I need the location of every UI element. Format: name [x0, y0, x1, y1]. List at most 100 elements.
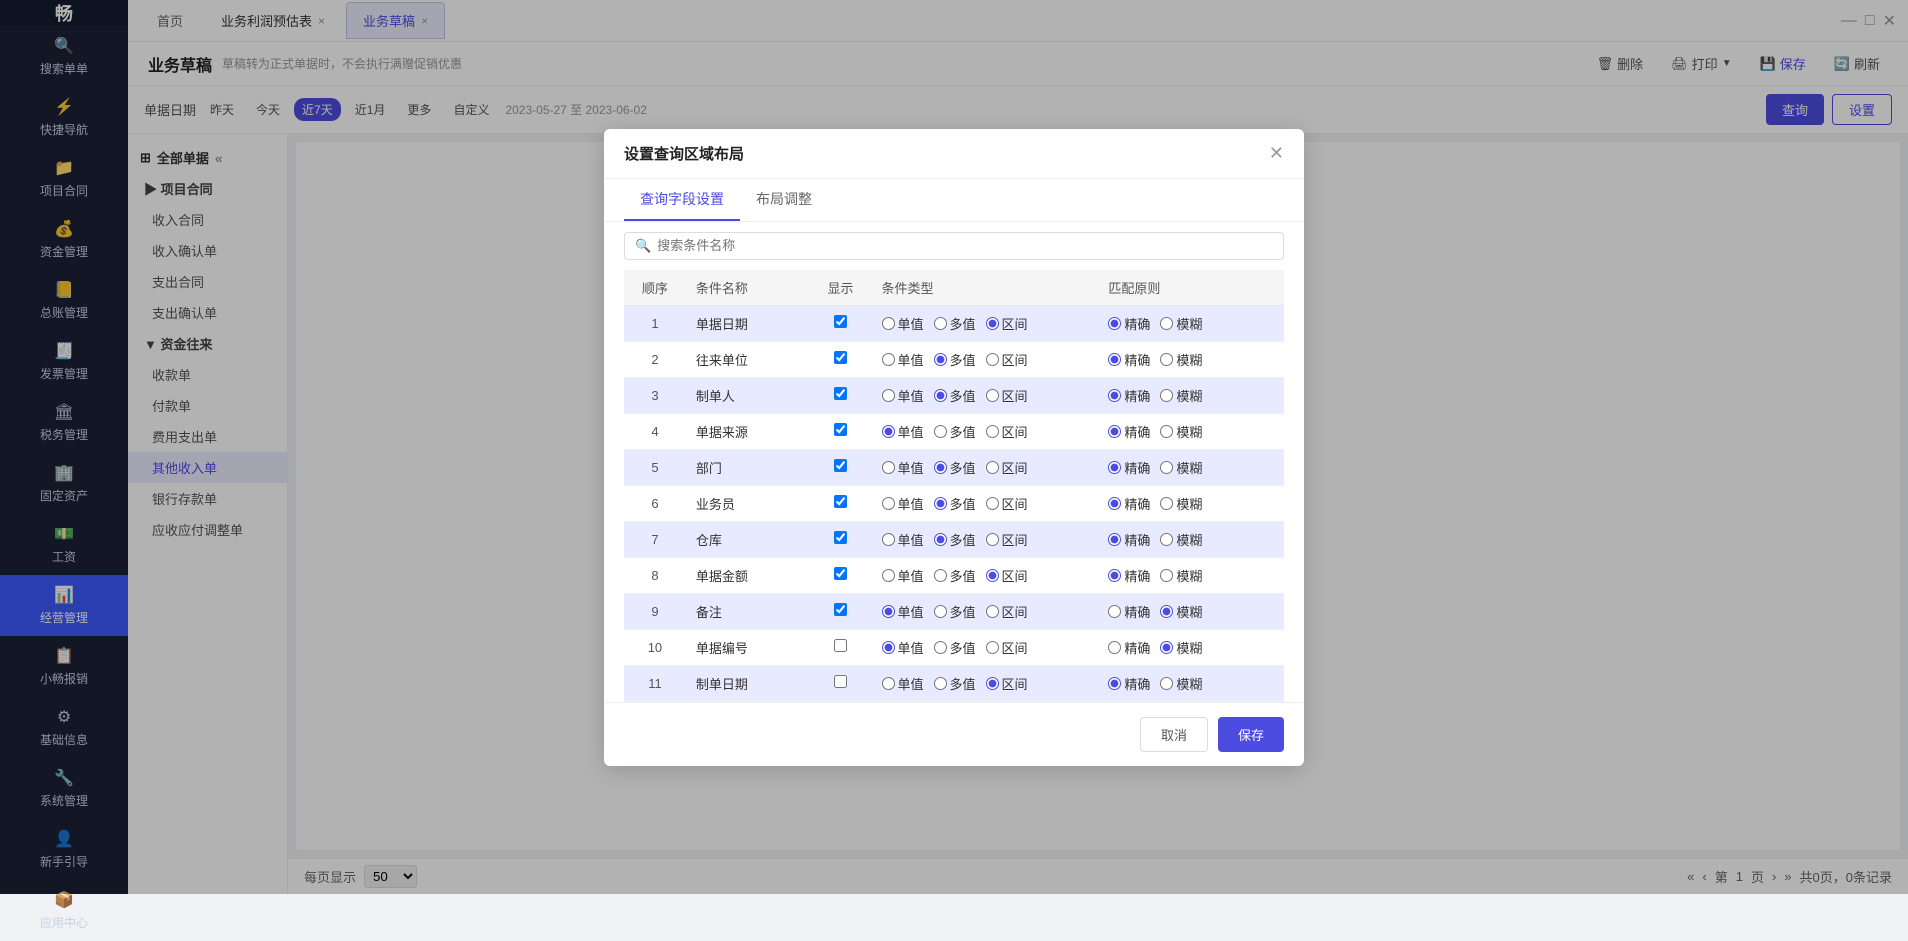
type-radio-multi[interactable]: 多值	[934, 638, 976, 657]
th-type: 条件类型	[872, 270, 1099, 306]
match-radio-exact[interactable]: 精确	[1108, 314, 1150, 333]
type-radio-multi[interactable]: 多值	[934, 350, 976, 369]
display-checkbox[interactable]	[834, 603, 847, 616]
table-row: 1	[624, 305, 686, 341]
search-icon: 🔍	[635, 238, 651, 254]
display-checkbox-cell	[810, 521, 872, 557]
type-radio-multi[interactable]: 多值	[934, 422, 976, 441]
match-radio-exact[interactable]: 精确	[1108, 422, 1150, 441]
display-checkbox-cell	[810, 305, 872, 341]
type-radio-single[interactable]: 单值	[882, 350, 924, 369]
display-checkbox[interactable]	[834, 315, 847, 328]
display-checkbox-cell	[810, 593, 872, 629]
modal-tab-layout[interactable]: 布局调整	[740, 179, 828, 221]
type-radio-range[interactable]: 区间	[986, 602, 1028, 621]
display-checkbox[interactable]	[834, 423, 847, 436]
type-radio-multi[interactable]: 多值	[934, 566, 976, 585]
type-radio-single[interactable]: 单值	[882, 494, 924, 513]
match-radio-exact[interactable]: 精确	[1108, 602, 1150, 621]
table-row: 2	[624, 341, 686, 377]
match-radio-exact[interactable]: 精确	[1108, 494, 1150, 513]
type-radio-cell: 单值多值区间	[872, 377, 1099, 413]
display-checkbox[interactable]	[834, 387, 847, 400]
type-radio-range[interactable]: 区间	[986, 530, 1028, 549]
type-radio-range[interactable]: 区间	[986, 494, 1028, 513]
match-radio-exact[interactable]: 精确	[1108, 458, 1150, 477]
display-checkbox-cell	[810, 341, 872, 377]
type-radio-range[interactable]: 区间	[986, 422, 1028, 441]
modal-tabs: 查询字段设置 布局调整	[604, 179, 1304, 222]
type-radio-single[interactable]: 单值	[882, 674, 924, 693]
display-checkbox[interactable]	[834, 351, 847, 364]
modal-tab-fields-label: 查询字段设置	[640, 191, 724, 207]
display-checkbox[interactable]	[834, 495, 847, 508]
match-radio-exact[interactable]: 精确	[1108, 566, 1150, 585]
type-radio-range[interactable]: 区间	[986, 674, 1028, 693]
display-checkbox-cell	[810, 557, 872, 593]
type-radio-multi[interactable]: 多值	[934, 458, 976, 477]
type-radio-single[interactable]: 单值	[882, 566, 924, 585]
type-radio-cell: 单值多值区间	[872, 629, 1099, 665]
match-radio-exact[interactable]: 精确	[1108, 386, 1150, 405]
display-checkbox-cell	[810, 449, 872, 485]
sidebar-item-label: 应用中心	[40, 914, 88, 931]
display-checkbox[interactable]	[834, 567, 847, 580]
match-radio-exact[interactable]: 精确	[1108, 530, 1150, 549]
modal-close-button[interactable]: ✕	[1269, 143, 1284, 164]
display-checkbox-cell	[810, 629, 872, 665]
match-radio-fuzzy[interactable]: 模糊	[1160, 566, 1202, 585]
match-radio-fuzzy[interactable]: 模糊	[1160, 314, 1202, 333]
display-checkbox-cell	[810, 485, 872, 521]
modal-tab-fields[interactable]: 查询字段设置	[624, 179, 740, 221]
match-radio-cell: 精确模糊	[1098, 377, 1284, 413]
condition-name: 业务员	[686, 485, 810, 521]
type-radio-range[interactable]: 区间	[986, 638, 1028, 657]
type-radio-multi[interactable]: 多值	[934, 674, 976, 693]
type-radio-single[interactable]: 单值	[882, 314, 924, 333]
display-checkbox[interactable]	[834, 675, 847, 688]
type-radio-multi[interactable]: 多值	[934, 314, 976, 333]
match-radio-fuzzy[interactable]: 模糊	[1160, 458, 1202, 477]
match-radio-fuzzy[interactable]: 模糊	[1160, 422, 1202, 441]
type-radio-single[interactable]: 单值	[882, 530, 924, 549]
type-radio-multi[interactable]: 多值	[934, 494, 976, 513]
type-radio-single[interactable]: 单值	[882, 422, 924, 441]
match-radio-fuzzy[interactable]: 模糊	[1160, 530, 1202, 549]
type-radio-multi[interactable]: 多值	[934, 602, 976, 621]
match-radio-fuzzy[interactable]: 模糊	[1160, 674, 1202, 693]
type-radio-single[interactable]: 单值	[882, 458, 924, 477]
display-checkbox[interactable]	[834, 639, 847, 652]
type-radio-range[interactable]: 区间	[986, 350, 1028, 369]
match-radio-exact[interactable]: 精确	[1108, 674, 1150, 693]
type-radio-range[interactable]: 区间	[986, 314, 1028, 333]
match-radio-fuzzy[interactable]: 模糊	[1160, 350, 1202, 369]
search-input[interactable]	[657, 238, 857, 253]
confirm-button[interactable]: 保存	[1218, 717, 1284, 752]
type-radio-single[interactable]: 单值	[882, 638, 924, 657]
table-row: 3	[624, 377, 686, 413]
match-radio-cell: 精确模糊	[1098, 413, 1284, 449]
type-radio-multi[interactable]: 多值	[934, 386, 976, 405]
modal-search: 🔍	[604, 222, 1304, 270]
match-radio-cell: 精确模糊	[1098, 557, 1284, 593]
table-row: 11	[624, 665, 686, 701]
type-radio-range[interactable]: 区间	[986, 458, 1028, 477]
match-radio-exact[interactable]: 精确	[1108, 638, 1150, 657]
type-radio-range[interactable]: 区间	[986, 386, 1028, 405]
cancel-button[interactable]: 取消	[1140, 717, 1208, 752]
match-radio-fuzzy[interactable]: 模糊	[1160, 638, 1202, 657]
match-radio-fuzzy[interactable]: 模糊	[1160, 386, 1202, 405]
display-checkbox[interactable]	[834, 531, 847, 544]
type-radio-cell: 单值多值区间	[872, 593, 1099, 629]
type-radio-single[interactable]: 单值	[882, 602, 924, 621]
display-checkbox-cell	[810, 377, 872, 413]
type-radio-cell: 单值多值区间	[872, 413, 1099, 449]
type-radio-range[interactable]: 区间	[986, 566, 1028, 585]
type-radio-multi[interactable]: 多值	[934, 530, 976, 549]
condition-name: 单据编号	[686, 629, 810, 665]
match-radio-exact[interactable]: 精确	[1108, 350, 1150, 369]
match-radio-fuzzy[interactable]: 模糊	[1160, 494, 1202, 513]
type-radio-single[interactable]: 单值	[882, 386, 924, 405]
display-checkbox[interactable]	[834, 459, 847, 472]
match-radio-fuzzy[interactable]: 模糊	[1160, 602, 1202, 621]
